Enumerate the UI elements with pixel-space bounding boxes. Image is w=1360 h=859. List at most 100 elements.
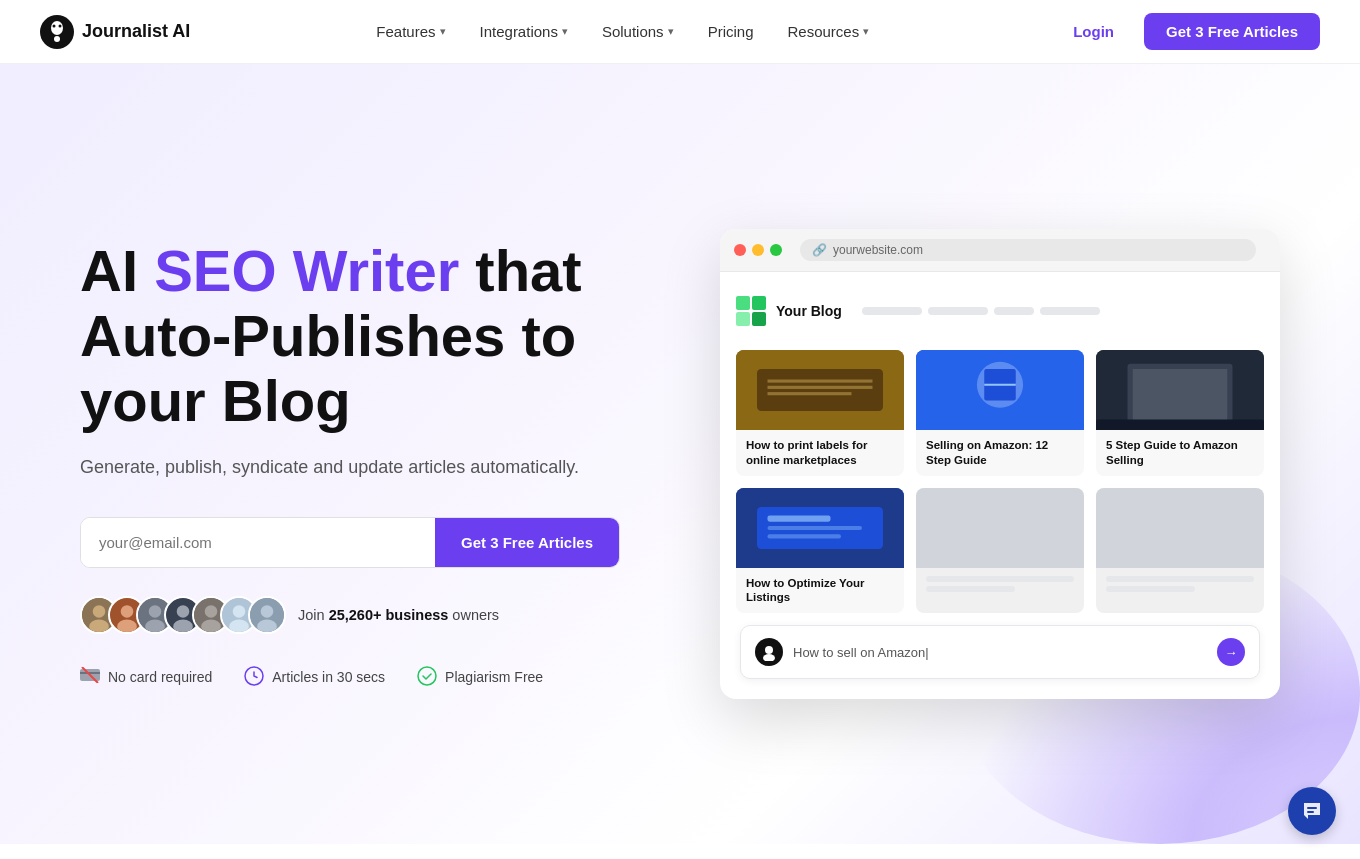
logo-sq-2 — [752, 296, 766, 310]
dot-red — [734, 244, 746, 256]
social-proof: Join 25,260+ business owners — [80, 596, 680, 634]
svg-rect-35 — [768, 392, 852, 395]
trust-badges: No card required Articles in 30 secs Pla… — [80, 666, 680, 689]
send-arrow-icon: → — [1225, 645, 1238, 660]
blog-title: Your Blog — [776, 303, 842, 319]
svg-rect-45 — [768, 515, 831, 521]
skeleton-line — [1106, 576, 1254, 582]
svg-rect-34 — [768, 385, 873, 388]
browser-content: Your Blog How to pr — [720, 272, 1280, 700]
svg-point-6 — [93, 605, 106, 618]
svg-rect-50 — [1307, 807, 1317, 809]
hero-right: 🔗 yourwebsite.com Your — [680, 229, 1320, 700]
nav-features[interactable]: Features ▾ — [362, 15, 459, 48]
nav-placeholder — [1040, 307, 1100, 315]
logo-sq-4 — [752, 312, 766, 326]
blog-header: Your Blog — [736, 288, 1264, 334]
blog-logo — [736, 296, 766, 326]
browser-address-bar[interactable]: 🔗 yourwebsite.com — [800, 239, 1256, 261]
article-card-skeleton — [916, 488, 1084, 614]
svg-point-15 — [177, 605, 190, 618]
svg-rect-41 — [1133, 369, 1228, 422]
avatars — [80, 596, 286, 634]
svg-point-49 — [763, 654, 775, 661]
article-grid-row1: How to print labels for online marketpla… — [736, 350, 1264, 476]
nav-resources[interactable]: Resources ▾ — [773, 15, 883, 48]
trust-badge-articles: Articles in 30 secs — [244, 666, 385, 689]
skeleton-lines — [1096, 568, 1264, 604]
skeleton-image — [916, 488, 1084, 568]
email-input[interactable] — [81, 518, 435, 567]
chevron-down-icon: ▾ — [440, 25, 446, 38]
plagiarism-icon — [417, 666, 437, 689]
skeleton-lines — [916, 568, 1084, 604]
chat-widget-icon — [1300, 799, 1324, 823]
logo-text: Journalist AI — [82, 21, 190, 42]
headline-prefix: AI — [80, 238, 154, 303]
svg-point-24 — [261, 605, 274, 618]
nav-cta-button[interactable]: Get 3 Free Articles — [1144, 13, 1320, 50]
chat-send-button[interactable]: → — [1217, 638, 1245, 666]
avatar — [248, 596, 286, 634]
article-card: 5 Step Guide to Amazon Selling — [1096, 350, 1264, 476]
svg-rect-32 — [757, 369, 883, 411]
blog-nav-placeholders — [862, 307, 1100, 315]
navbar: Journalist AI Features ▾ Integrations ▾ … — [0, 0, 1360, 64]
article-card: How to Optimize Your Listings — [736, 488, 904, 614]
svg-point-3 — [53, 24, 56, 27]
svg-rect-46 — [768, 525, 863, 529]
article-card-label: Selling on Amazon: 12 Step Guide — [916, 430, 1084, 476]
nav-placeholder — [928, 307, 988, 315]
hero-cta-button[interactable]: Get 3 Free Articles — [435, 518, 619, 567]
login-button[interactable]: Login — [1055, 15, 1132, 48]
trust-badge-plagiarism: Plagiarism Free — [417, 666, 543, 689]
svg-point-9 — [121, 605, 134, 618]
trust-badge-no-card: No card required — [80, 667, 212, 687]
dot-yellow — [752, 244, 764, 256]
nav-solutions[interactable]: Solutions ▾ — [588, 15, 688, 48]
social-proof-text: Join 25,260+ business owners — [298, 607, 499, 623]
article-card-skeleton — [1096, 488, 1264, 614]
articles-icon — [244, 666, 264, 689]
logo[interactable]: Journalist AI — [40, 15, 190, 49]
nav-pricing[interactable]: Pricing — [694, 15, 768, 48]
article-card: Selling on Amazon: 12 Step Guide — [916, 350, 1084, 476]
svg-point-2 — [54, 36, 60, 42]
hero-subtext: Generate, publish, syndicate and update … — [80, 454, 680, 481]
skeleton-line — [926, 586, 1015, 592]
hero-left: AI SEO Writer that Auto-Publishes to you… — [80, 239, 680, 689]
svg-rect-42 — [1096, 419, 1264, 430]
svg-rect-47 — [768, 534, 842, 538]
no-card-icon — [80, 667, 100, 687]
hero-section: AI SEO Writer that Auto-Publishes to you… — [0, 64, 1360, 844]
skeleton-line — [926, 576, 1074, 582]
chat-input-text[interactable]: How to sell on Amazon| — [793, 645, 1207, 660]
skeleton-image — [1096, 488, 1264, 568]
svg-point-30 — [418, 667, 436, 685]
section-below: Feature-Rich, factual and SEO-Optimized … — [0, 844, 1360, 859]
article-image — [736, 488, 904, 568]
svg-point-21 — [233, 605, 246, 618]
svg-point-18 — [205, 605, 218, 618]
svg-point-1 — [51, 21, 63, 35]
svg-point-48 — [765, 646, 773, 654]
chat-widget-button[interactable] — [1288, 787, 1336, 835]
svg-rect-33 — [768, 379, 873, 382]
nav-actions: Login Get 3 Free Articles — [1055, 13, 1320, 50]
dot-green — [770, 244, 782, 256]
browser-dots — [734, 244, 782, 256]
skeleton-line — [1106, 586, 1195, 592]
nav-placeholder — [994, 307, 1034, 315]
browser-mockup: 🔗 yourwebsite.com Your — [720, 229, 1280, 700]
nav-integrations[interactable]: Integrations ▾ — [466, 15, 582, 48]
article-image — [736, 350, 904, 430]
svg-rect-51 — [1307, 811, 1314, 813]
chevron-down-icon: ▾ — [562, 25, 568, 38]
headline-highlight: SEO Writer — [154, 238, 459, 303]
chat-avatar — [755, 638, 783, 666]
browser-chrome: 🔗 yourwebsite.com — [720, 229, 1280, 272]
logo-sq-1 — [736, 296, 750, 310]
chevron-down-icon: ▾ — [863, 25, 869, 38]
article-grid-row2: How to Optimize Your Listings — [736, 488, 1264, 614]
hero-headline: AI SEO Writer that Auto-Publishes to you… — [80, 239, 680, 434]
